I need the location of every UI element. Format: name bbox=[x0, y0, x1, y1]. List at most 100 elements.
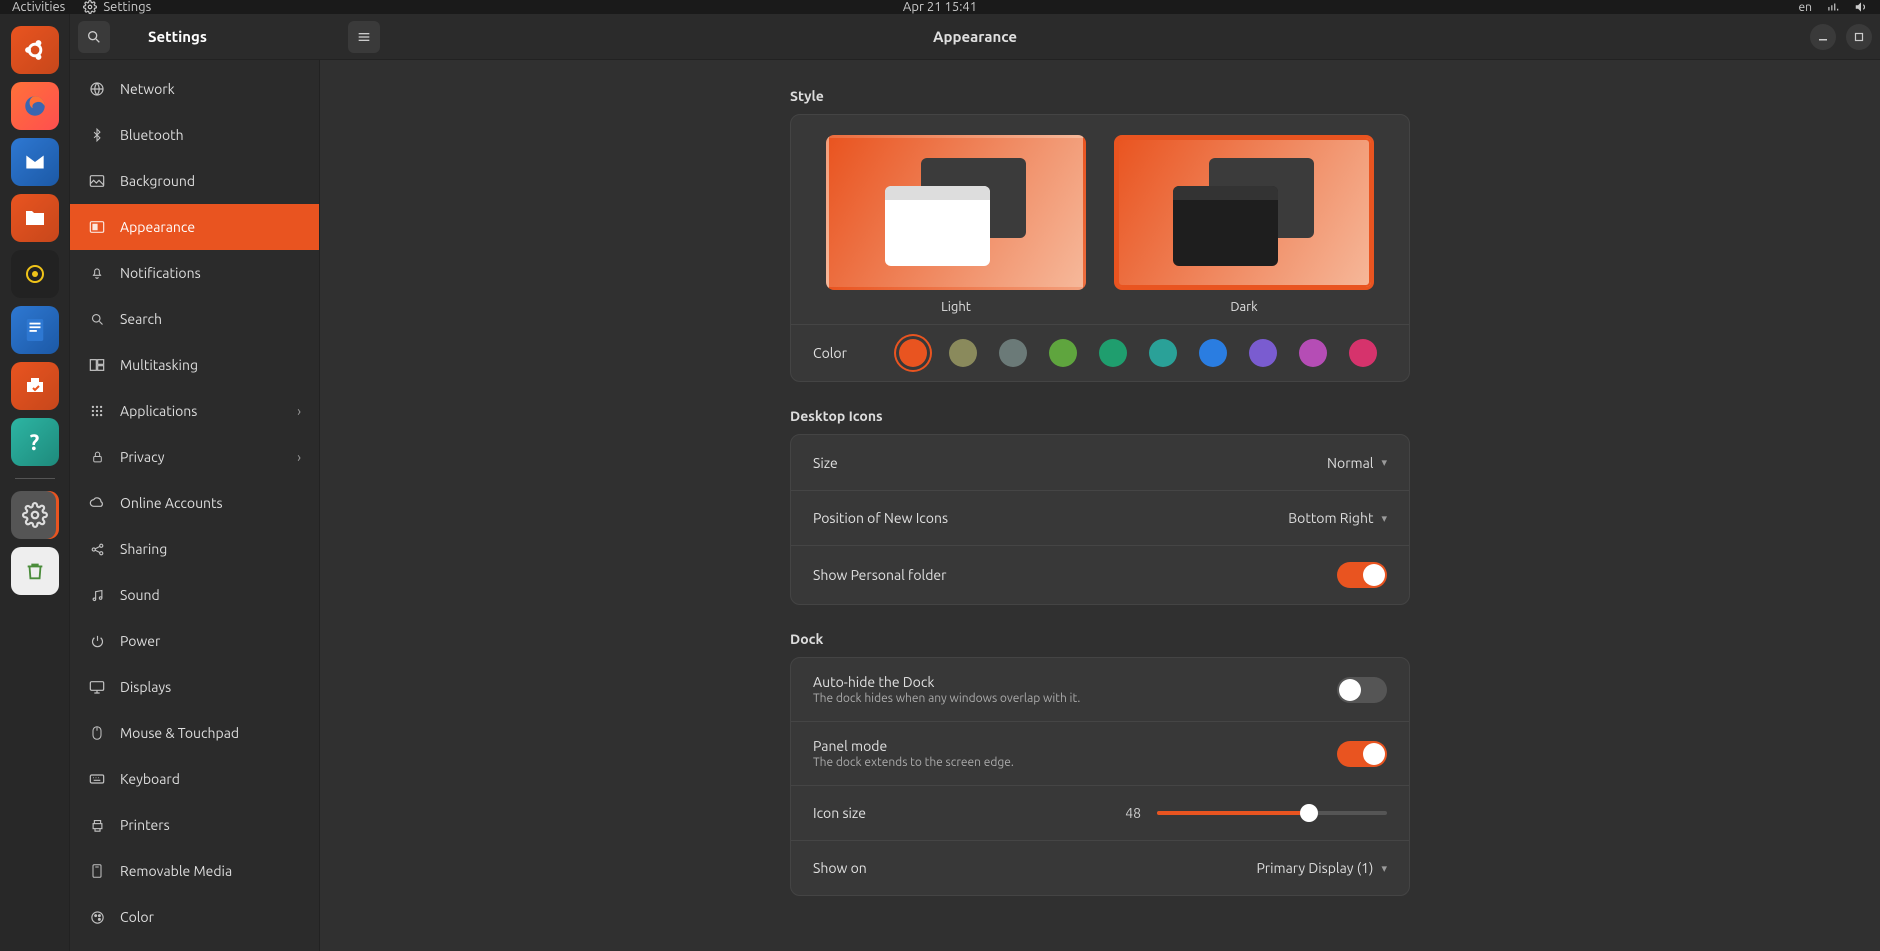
personal-folder-row: Show Personal folder bbox=[791, 545, 1409, 604]
maximize-button[interactable] bbox=[1846, 24, 1872, 50]
dock-help-icon[interactable]: ? bbox=[11, 418, 59, 466]
sidebar-item-online-accounts[interactable]: Online Accounts bbox=[70, 480, 319, 526]
sidebar-item-search[interactable]: Search bbox=[70, 296, 319, 342]
sidebar-item-keyboard[interactable]: Keyboard bbox=[70, 756, 319, 802]
search-button[interactable] bbox=[78, 21, 110, 53]
cloud-icon bbox=[88, 494, 106, 512]
color-swatch[interactable] bbox=[1149, 339, 1177, 367]
chevron-right-icon: › bbox=[297, 403, 301, 419]
color-swatch[interactable] bbox=[1199, 339, 1227, 367]
color-swatch[interactable] bbox=[1249, 339, 1277, 367]
dock-iconsize-label: Icon size bbox=[813, 805, 1100, 821]
sidebar-item-network[interactable]: Network bbox=[70, 66, 319, 112]
lock-icon bbox=[88, 448, 106, 466]
sidebar-item-bluetooth[interactable]: Bluetooth bbox=[70, 112, 319, 158]
sidebar-item-printers[interactable]: Printers bbox=[70, 802, 319, 848]
minimize-button[interactable] bbox=[1810, 24, 1836, 50]
language-indicator[interactable]: en bbox=[1799, 1, 1812, 14]
panelmode-sub: The dock extends to the screen edge. bbox=[813, 756, 1337, 769]
sidebar-item-label: Keyboard bbox=[120, 771, 180, 787]
iconsize-row: Icon size 48 bbox=[791, 785, 1409, 840]
sidebar-item-appearance[interactable]: Appearance bbox=[70, 204, 319, 250]
dock-firefox-icon[interactable] bbox=[11, 82, 59, 130]
sidebar-item-label: Multitasking bbox=[120, 357, 198, 373]
color-swatch[interactable] bbox=[1349, 339, 1377, 367]
panelmode-toggle[interactable] bbox=[1337, 741, 1387, 767]
autohide-toggle[interactable] bbox=[1337, 677, 1387, 703]
color-swatch[interactable] bbox=[1299, 339, 1327, 367]
sidebar-item-displays[interactable]: Displays bbox=[70, 664, 319, 710]
network-icon[interactable] bbox=[1826, 0, 1840, 14]
dock-rhythmbox-icon[interactable] bbox=[11, 250, 59, 298]
sidebar-item-notifications[interactable]: Notifications bbox=[70, 250, 319, 296]
appearance-icon bbox=[88, 218, 106, 236]
color-swatch[interactable] bbox=[949, 339, 977, 367]
sidebar-item-power[interactable]: Power bbox=[70, 618, 319, 664]
sidebar-item-label: Sound bbox=[120, 587, 160, 603]
color-swatch[interactable] bbox=[999, 339, 1027, 367]
media-icon bbox=[88, 862, 106, 880]
settings-icon bbox=[83, 0, 97, 14]
dock-trash-icon[interactable] bbox=[11, 547, 59, 595]
dock-iconsize-value: 48 bbox=[1125, 805, 1141, 821]
style-heading: Style bbox=[790, 88, 1410, 104]
icon-size-value: Normal bbox=[1327, 455, 1373, 471]
dock-files-icon[interactable] bbox=[11, 194, 59, 242]
clock[interactable]: Apr 21 15:41 bbox=[903, 0, 977, 14]
chevron-down-icon: ▾ bbox=[1381, 456, 1387, 469]
personal-folder-label: Show Personal folder bbox=[813, 567, 1337, 583]
sidebar-item-multitasking[interactable]: Multitasking bbox=[70, 342, 319, 388]
personal-folder-toggle[interactable] bbox=[1337, 562, 1387, 588]
menu-button[interactable] bbox=[348, 21, 380, 53]
volume-icon[interactable] bbox=[1854, 0, 1868, 14]
topbar-app[interactable]: Settings bbox=[83, 0, 151, 14]
activities-button[interactable]: Activities bbox=[12, 0, 65, 14]
icon-position-row[interactable]: Position of New Icons Bottom Right▾ bbox=[791, 490, 1409, 545]
icon-position-value: Bottom Right bbox=[1288, 510, 1373, 526]
style-option-light[interactable]: Light bbox=[826, 135, 1086, 314]
sidebar-item-sound[interactable]: Sound bbox=[70, 572, 319, 618]
apps-icon bbox=[88, 402, 106, 420]
display-icon bbox=[88, 678, 106, 696]
dock-writer-icon[interactable] bbox=[11, 306, 59, 354]
light-preview-icon bbox=[826, 135, 1086, 290]
icon-size-row[interactable]: Size Normal▾ bbox=[791, 435, 1409, 490]
chevron-down-icon: ▾ bbox=[1381, 512, 1387, 525]
sidebar-item-color[interactable]: Color bbox=[70, 894, 319, 940]
color-swatch[interactable] bbox=[899, 339, 927, 367]
autohide-label: Auto-hide the Dock bbox=[813, 674, 1337, 690]
style-option-dark[interactable]: Dark bbox=[1114, 135, 1374, 314]
image-icon bbox=[88, 172, 106, 190]
style-label-dark: Dark bbox=[1114, 300, 1374, 314]
sidebar-item-label: Notifications bbox=[120, 265, 201, 281]
power-icon bbox=[88, 632, 106, 650]
multitask-icon bbox=[88, 356, 106, 374]
dock-iconsize-slider[interactable] bbox=[1157, 811, 1387, 815]
dock-software-icon[interactable] bbox=[11, 362, 59, 410]
style-label-light: Light bbox=[826, 300, 1086, 314]
dock-thunderbird-icon[interactable] bbox=[11, 138, 59, 186]
sidebar-item-background[interactable]: Background bbox=[70, 158, 319, 204]
sidebar-item-label: Sharing bbox=[120, 541, 167, 557]
desktop-icons-panel: Size Normal▾ Position of New Icons Botto… bbox=[790, 434, 1410, 605]
sidebar-item-label: Network bbox=[120, 81, 175, 97]
topbar-app-label: Settings bbox=[103, 0, 151, 14]
sidebar-item-mouse-touchpad[interactable]: Mouse & Touchpad bbox=[70, 710, 319, 756]
sidebar-item-sharing[interactable]: Sharing bbox=[70, 526, 319, 572]
chevron-right-icon: › bbox=[297, 449, 301, 465]
keyboard-icon bbox=[88, 770, 106, 788]
panelmode-label: Panel mode bbox=[813, 738, 1337, 754]
color-swatch[interactable] bbox=[1099, 339, 1127, 367]
window-titlebar: Settings Appearance bbox=[70, 14, 1880, 60]
sidebar-item-applications[interactable]: Applications› bbox=[70, 388, 319, 434]
dock-settings-icon[interactable] bbox=[11, 491, 59, 539]
page-title: Appearance bbox=[933, 28, 1017, 45]
printer-icon bbox=[88, 816, 106, 834]
sidebar-item-removable-media[interactable]: Removable Media bbox=[70, 848, 319, 894]
sidebar-item-privacy[interactable]: Privacy› bbox=[70, 434, 319, 480]
showon-row[interactable]: Show on Primary Display (1)▾ bbox=[791, 840, 1409, 895]
color-label: Color bbox=[813, 345, 847, 361]
globe-icon bbox=[88, 80, 106, 98]
color-swatch[interactable] bbox=[1049, 339, 1077, 367]
dock-ubuntu-icon[interactable] bbox=[11, 26, 59, 74]
